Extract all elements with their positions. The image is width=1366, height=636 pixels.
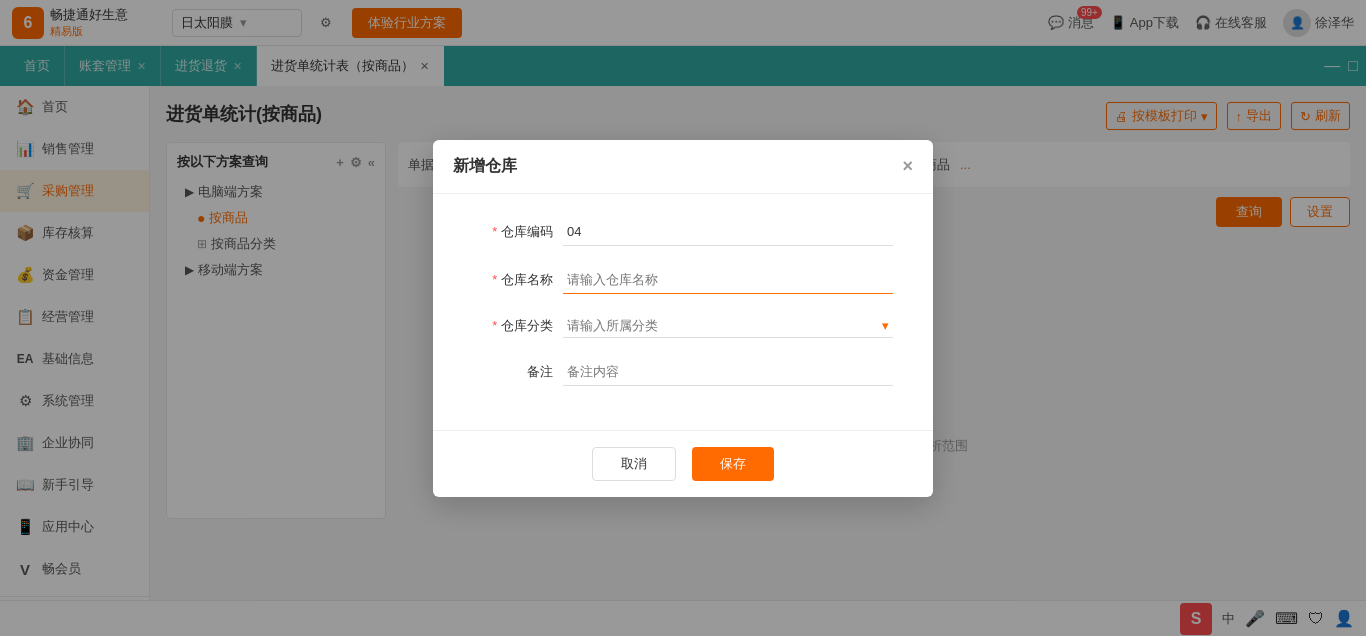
modal-overlay[interactable]: 新增仓库 × 仓库编码 仓库名称 仓库分类 ▾: [0, 0, 1366, 636]
modal-header: 新增仓库 ×: [433, 140, 933, 194]
save-button[interactable]: 保存: [692, 447, 774, 481]
form-row-name: 仓库名称: [473, 266, 893, 294]
modal-title: 新增仓库: [453, 156, 517, 177]
category-input[interactable]: [567, 318, 882, 333]
add-warehouse-modal: 新增仓库 × 仓库编码 仓库名称 仓库分类 ▾: [433, 140, 933, 497]
note-label: 备注: [473, 363, 553, 381]
form-row-note: 备注: [473, 358, 893, 386]
name-label: 仓库名称: [473, 271, 553, 289]
code-input[interactable]: [563, 218, 893, 246]
modal-body: 仓库编码 仓库名称 仓库分类 ▾ 备注: [433, 194, 933, 430]
modal-footer: 取消 保存: [433, 430, 933, 497]
category-select-wrapper: ▾: [563, 314, 893, 338]
form-row-category: 仓库分类 ▾: [473, 314, 893, 338]
note-input[interactable]: [563, 358, 893, 386]
form-row-code: 仓库编码: [473, 218, 893, 246]
category-dropdown-icon[interactable]: ▾: [882, 318, 889, 333]
modal-close-button[interactable]: ×: [902, 157, 913, 175]
cancel-button[interactable]: 取消: [592, 447, 676, 481]
name-input[interactable]: [563, 266, 893, 294]
code-label: 仓库编码: [473, 223, 553, 241]
category-label: 仓库分类: [473, 317, 553, 335]
